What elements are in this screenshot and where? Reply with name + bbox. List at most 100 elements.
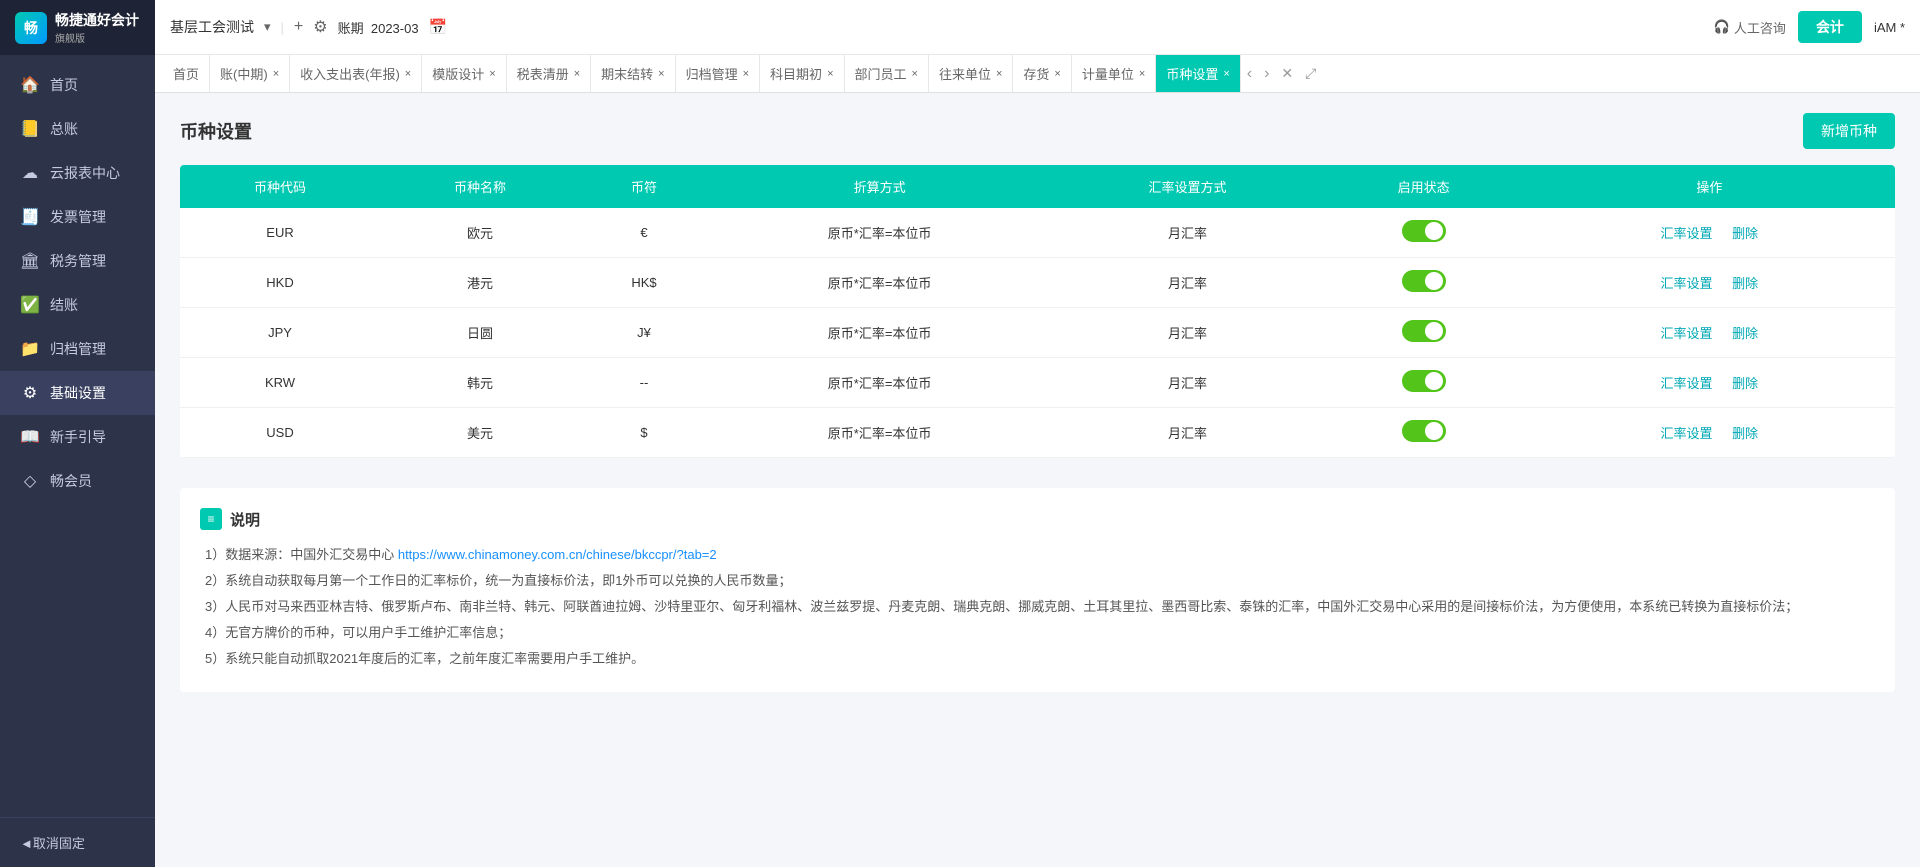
- sidebar-item-settings[interactable]: ⚙ 基础设置: [0, 371, 155, 415]
- tab-close-icon[interactable]: ×: [1223, 68, 1229, 80]
- currency-code: KRW: [180, 358, 380, 408]
- rate-type: 月汇率: [1051, 308, 1323, 358]
- tab-label: 科目期初: [770, 64, 822, 83]
- delete-link[interactable]: 删除: [1732, 226, 1758, 241]
- rate-setting-link[interactable]: 汇率设置: [1661, 426, 1713, 441]
- notes-item: 5）系统只能自动抓取2021年度后的汇率，之前年度汇率需要用户手工维护。: [200, 646, 1875, 672]
- archive-icon: 📁: [20, 339, 40, 359]
- ledger-icon: 📒: [20, 119, 40, 139]
- tab-首页[interactable]: 首页: [163, 55, 210, 93]
- currency-symbol: --: [580, 358, 708, 408]
- tab-账(中期)[interactable]: 账(中期)×: [210, 55, 290, 93]
- tab-往来单位[interactable]: 往来单位×: [929, 55, 1013, 93]
- enable-toggle[interactable]: [1402, 420, 1446, 442]
- table-header-cell: 折算方式: [708, 165, 1051, 208]
- tab-label: 计量单位: [1082, 64, 1134, 83]
- tab-nav-prev[interactable]: ‹: [1241, 65, 1258, 83]
- table-header: 币种代码币种名称币符折算方式汇率设置方式启用状态操作: [180, 165, 1895, 208]
- rate-setting-link[interactable]: 汇率设置: [1661, 276, 1713, 291]
- tab-expand[interactable]: ⤢: [1299, 65, 1322, 82]
- tab-税表清册[interactable]: 税表清册 ×: [507, 55, 591, 93]
- app-logo-text: 畅捷通好会计 旗舰版: [55, 10, 139, 45]
- sidebar-item-guide[interactable]: 📖新手引导: [0, 415, 155, 459]
- tab-label: 部门员工: [855, 64, 907, 83]
- enable-toggle[interactable]: [1402, 320, 1446, 342]
- tab-计量单位[interactable]: 计量单位 ×: [1072, 55, 1156, 93]
- tab-close-icon[interactable]: ×: [1139, 68, 1145, 80]
- delete-link[interactable]: 删除: [1732, 326, 1758, 341]
- sidebar-item-member[interactable]: ◇畅会员: [0, 459, 155, 503]
- currency-symbol: €: [580, 208, 708, 258]
- tab-close-icon[interactable]: ×: [574, 68, 580, 80]
- company-dropdown-icon[interactable]: ▾: [264, 19, 271, 35]
- tab-close-icon[interactable]: ×: [1054, 68, 1060, 80]
- tab-归档管理[interactable]: 归档管理×: [676, 55, 760, 93]
- sidebar-logo: 畅 畅捷通好会计 旗舰版: [0, 0, 155, 55]
- tab-存货[interactable]: 存货×: [1013, 55, 1071, 93]
- table-header-cell: 操作: [1524, 165, 1895, 208]
- delete-link[interactable]: 删除: [1732, 276, 1758, 291]
- tab-部门员工[interactable]: 部门员工 ×: [845, 55, 929, 93]
- delete-link[interactable]: 删除: [1732, 376, 1758, 391]
- notes-title: ≡ 说明: [200, 508, 1875, 530]
- tab-close-icon[interactable]: ×: [743, 68, 749, 80]
- sidebar-item-label: 新手引导: [50, 427, 106, 447]
- topbar-settings-button[interactable]: ⚙: [313, 17, 327, 37]
- table-header-cell: 启用状态: [1324, 165, 1524, 208]
- tabbar: 首页账(中期)×收入支出表(年报)×模版设计×税表清册×期末结转×归档管理×科目…: [155, 55, 1920, 93]
- rate-setting-link[interactable]: 汇率设置: [1661, 226, 1713, 241]
- table-header-cell: 币种代码: [180, 165, 380, 208]
- notes-external-link[interactable]: https://www.chinamoney.com.cn/chinese/bk…: [398, 547, 717, 562]
- sidebar-item-reports[interactable]: ☁云报表中心: [0, 151, 155, 195]
- topbar-calendar-icon[interactable]: 📅: [429, 18, 448, 36]
- settings-icon: ⚙: [20, 383, 40, 403]
- sidebar-item-invoice[interactable]: 🧾发票管理: [0, 195, 155, 239]
- table-body: EUR 欧元 € 原币*汇率=本位币 月汇率 汇率设置 删除 HKD 港元 HK…: [180, 208, 1895, 458]
- enable-toggle[interactable]: [1402, 220, 1446, 242]
- notes-icon: ≡: [200, 508, 222, 530]
- sidebar-item-home[interactable]: 🏠首页: [0, 63, 155, 107]
- rate-setting-link[interactable]: 汇率设置: [1661, 326, 1713, 341]
- enable-toggle[interactable]: [1402, 370, 1446, 392]
- tab-close-icon[interactable]: ×: [827, 68, 833, 80]
- currency-name: 欧元: [380, 208, 580, 258]
- sidebar-item-tax[interactable]: 🏛税务管理: [0, 239, 155, 283]
- topbar-support-button[interactable]: 🎧 人工咨询: [1714, 18, 1786, 37]
- closing-icon: ✅: [20, 295, 40, 315]
- table-row: USD 美元 $ 原币*汇率=本位币 月汇率 汇率设置 删除: [180, 408, 1895, 458]
- topbar-user: iAM *: [1874, 20, 1905, 35]
- tab-close-all[interactable]: ✕: [1275, 65, 1299, 82]
- tab-科目期初[interactable]: 科目期初 ×: [760, 55, 844, 93]
- tab-收入支出表(年报)[interactable]: 收入支出表(年报)×: [290, 55, 422, 93]
- sidebar-item-archive[interactable]: 📁归档管理: [0, 327, 155, 371]
- actions: 汇率设置 删除: [1524, 358, 1895, 408]
- currency-symbol: HK$: [580, 258, 708, 308]
- delete-link[interactable]: 删除: [1732, 426, 1758, 441]
- member-icon: ◇: [20, 471, 40, 491]
- enable-toggle[interactable]: [1402, 270, 1446, 292]
- tab-模版设计[interactable]: 模版设计×: [422, 55, 506, 93]
- tab-close-icon[interactable]: ×: [996, 68, 1002, 80]
- tab-close-icon[interactable]: ×: [405, 68, 411, 80]
- sidebar-item-ledger[interactable]: 📒总账: [0, 107, 155, 151]
- actions: 汇率设置 删除: [1524, 258, 1895, 308]
- tab-close-icon[interactable]: ×: [658, 68, 664, 80]
- sidebar-pin-toggle[interactable]: ◄取消固定: [0, 817, 155, 867]
- tab-label: 税表清册: [517, 64, 569, 83]
- tab-nav-next[interactable]: ›: [1258, 65, 1275, 83]
- tab-期末结转[interactable]: 期末结转 ×: [591, 55, 675, 93]
- tab-close-icon[interactable]: ×: [273, 68, 279, 80]
- rate-setting-link[interactable]: 汇率设置: [1661, 376, 1713, 391]
- currency-code: HKD: [180, 258, 380, 308]
- tab-close-icon[interactable]: ×: [912, 68, 918, 80]
- topbar-add-button[interactable]: +: [294, 18, 303, 36]
- tab-币种设置[interactable]: 币种设置×: [1156, 55, 1240, 93]
- tab-close-icon[interactable]: ×: [489, 68, 495, 80]
- tab-label: 期末结转: [601, 64, 653, 83]
- sidebar-item-closing[interactable]: ✅结账: [0, 283, 155, 327]
- notes-section: ≡ 说明 1）数据来源：中国外汇交易中心 https://www.chinamo…: [180, 488, 1895, 692]
- new-currency-button[interactable]: 新增币种: [1803, 113, 1895, 149]
- accounting-button[interactable]: 会计: [1798, 11, 1862, 43]
- reports-icon: ☁: [20, 163, 40, 183]
- sidebar-item-label: 基础设置: [50, 383, 106, 403]
